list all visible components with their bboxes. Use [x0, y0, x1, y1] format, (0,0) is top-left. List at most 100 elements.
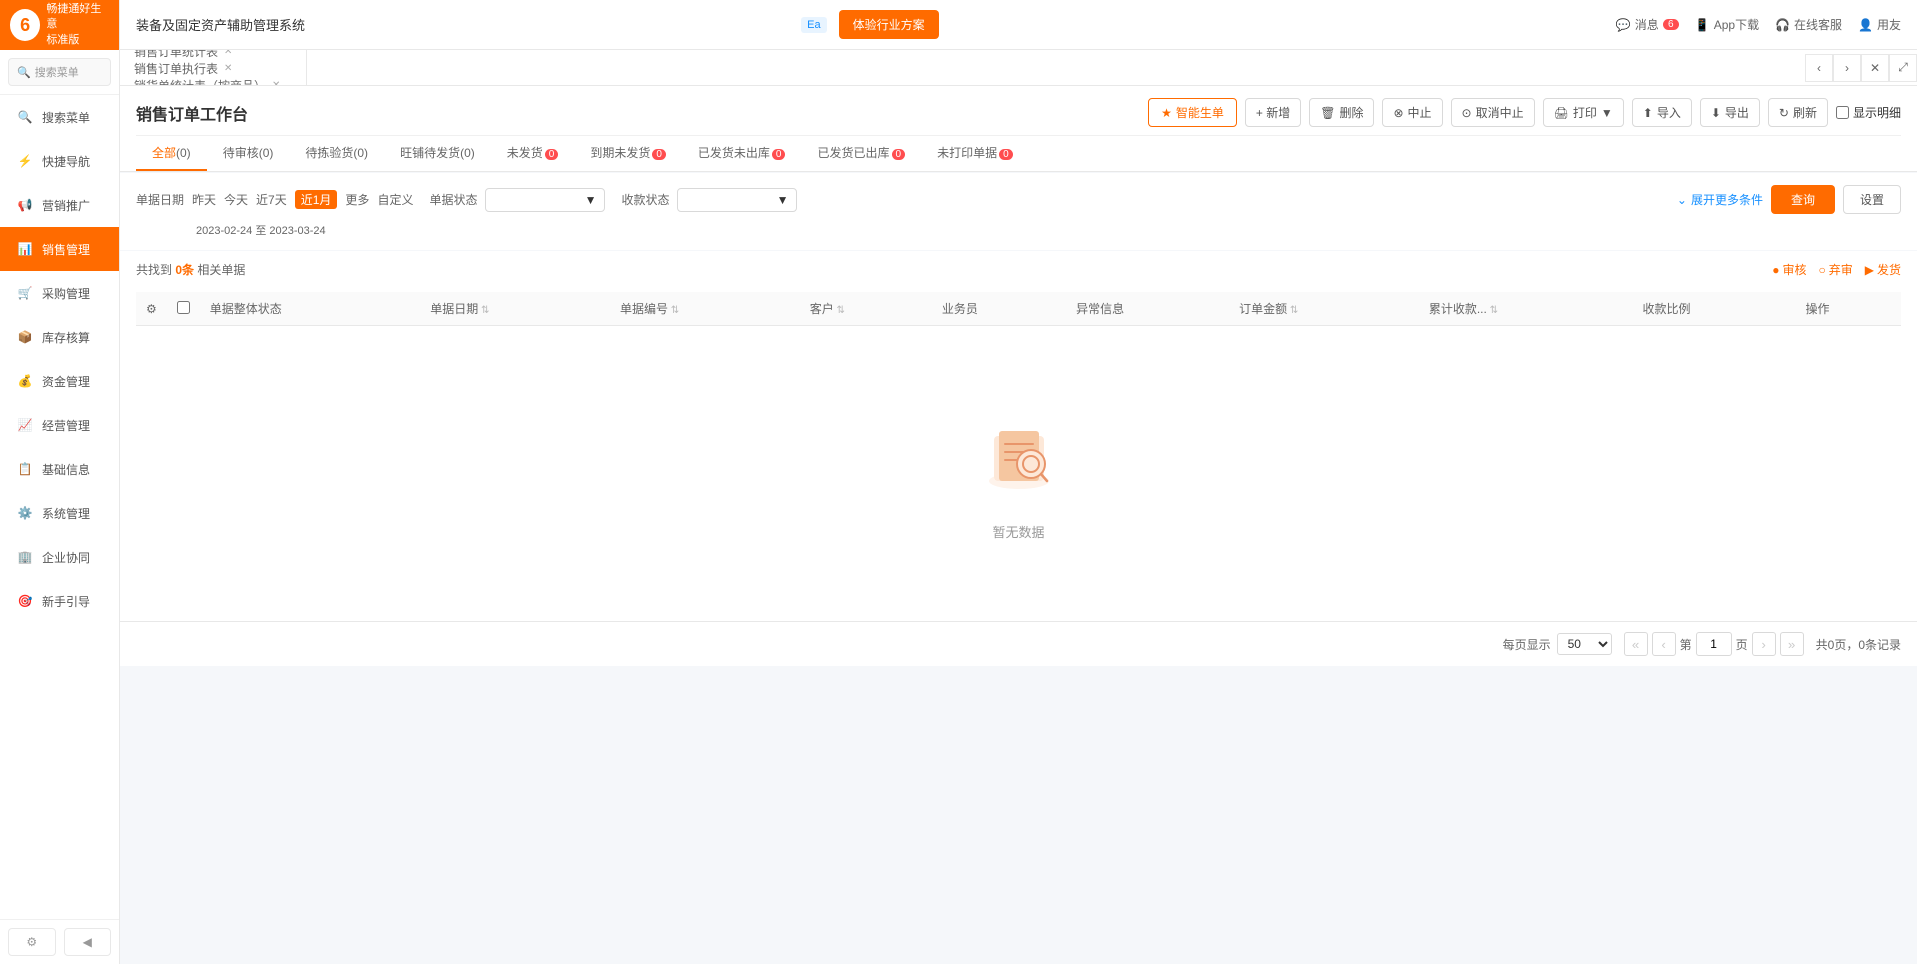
tab-close-sales_stats[interactable]: ✕ [224, 50, 232, 57]
search-icon: 🔍 [16, 108, 34, 126]
tab-fullscreen-button[interactable]: ⤢ [1889, 54, 1917, 82]
next-page-button[interactable]: › [1752, 632, 1776, 656]
col-date[interactable]: 单据日期 [420, 292, 610, 326]
tab-sales_stats[interactable]: 销售订单统计表✕ [120, 50, 307, 60]
date-opt-昨天[interactable]: 昨天 [192, 191, 216, 208]
sub-tab-not_shipped[interactable]: 未发货0 [491, 136, 575, 171]
sub-tab-shipped_out[interactable]: 已发货已出库0 [801, 136, 921, 171]
sidebar-item-basic[interactable]: 📋基础信息 [0, 447, 119, 491]
payment-arrow-icon: ▼ [777, 193, 789, 207]
tab-close-sales_exec[interactable]: ✕ [224, 63, 232, 74]
sidebar-item-system[interactable]: ⚙️系统管理 [0, 491, 119, 535]
date-opt-今天[interactable]: 今天 [224, 191, 248, 208]
tab-scroll-left-button[interactable]: ‹ [1805, 54, 1833, 82]
header-actions: 💬 消息 6 📱 App下载 🎧 在线客服 👤 用友 [1616, 16, 1901, 33]
tab-sales_summary_product[interactable]: 销货单统计表（按商品）✕ [120, 77, 307, 86]
col-received[interactable]: 累计收款... [1419, 292, 1633, 326]
expand-conditions-button[interactable]: ⌄ 展开更多条件 [1677, 191, 1763, 208]
print-button[interactable]: 🖨 打印 ▼ [1543, 98, 1624, 127]
sub-tab-shipped_not_out[interactable]: 已发货未出库0 [682, 136, 802, 171]
col-settings[interactable]: ⚙ [136, 292, 167, 326]
new-button[interactable]: + 新增 [1245, 98, 1301, 127]
per-page-selector: 每页显示 10 20 50 100 [1503, 633, 1612, 655]
col-amount[interactable]: 订单金额 [1229, 292, 1419, 326]
online-service-button[interactable]: 🎧 在线客服 [1775, 16, 1842, 33]
sidebar-item-sales[interactable]: 📊销售管理 [0, 227, 119, 271]
tab-bar: 首页销售订单工作台✕钱货日清工作台✕钱货日清对账✕销售订单统计表✕销售订单执行表… [120, 50, 1917, 86]
app-download-button[interactable]: 📱 App下载 [1695, 16, 1759, 33]
sidebar-bottom: ⚙ ◀ [0, 919, 119, 964]
inventory-icon: 📦 [16, 328, 34, 346]
tab-scroll-right-button[interactable]: › [1833, 54, 1861, 82]
review-action-button[interactable]: ● 审核 [1772, 261, 1806, 278]
sub-tab-not_printed[interactable]: 未打印单据0 [921, 136, 1029, 171]
col-action: 操作 [1795, 292, 1901, 326]
date-opt-近7天[interactable]: 近7天 [256, 191, 287, 208]
status-label: 单据状态 [429, 191, 477, 208]
sidebar-item-quicknav[interactable]: ⚡快捷导航 [0, 139, 119, 183]
search-menu-button[interactable]: 🔍 搜索菜单 [8, 58, 111, 86]
sidebar-label-search: 搜索菜单 [42, 109, 90, 126]
show-detail-label[interactable]: 显示明细 [1836, 104, 1901, 121]
import-button[interactable]: ⬆ 导入 [1632, 98, 1692, 127]
show-detail-checkbox[interactable] [1836, 106, 1849, 119]
settings-filter-button[interactable]: 设置 [1843, 185, 1901, 214]
empty-text: 暂无数据 [992, 522, 1044, 541]
table-scroll-container[interactable]: ⚙ 单据整体状态 单据日期 单据编号 客户 业务员 异常信息 订单金额 累计收款… [136, 292, 1901, 621]
tab-sales_exec[interactable]: 销售订单执行表✕ [120, 60, 307, 77]
sidebar-label-purchase: 采购管理 [42, 285, 90, 302]
prev-page-button[interactable]: ‹ [1652, 632, 1676, 656]
delete-button[interactable]: 🗑 删除 [1309, 98, 1374, 127]
sub-tab-pending_review[interactable]: 待审核(0) [207, 136, 290, 171]
message-button[interactable]: 💬 消息 6 [1616, 16, 1679, 33]
first-page-button[interactable]: « [1624, 632, 1648, 656]
user-menu-button[interactable]: 👤 用友 [1858, 16, 1901, 33]
import-icon: ⬆ [1643, 106, 1653, 120]
sidebar-item-enterprise[interactable]: 🏢企业协同 [0, 535, 119, 579]
sidebar-item-newuser[interactable]: 🎯新手引导 [0, 579, 119, 623]
sidebar-item-inventory[interactable]: 📦库存核算 [0, 315, 119, 359]
date-opt-更多[interactable]: 更多 [345, 191, 369, 208]
cancel-review-action-button[interactable]: ○ 弃审 [1818, 261, 1852, 278]
status-filter: 单据状态 ▼ [429, 188, 605, 212]
sidebar-item-operation[interactable]: 📈经营管理 [0, 403, 119, 447]
export-icon: ⬇ [1711, 106, 1721, 120]
date-opt-自定义[interactable]: 自定义 [377, 191, 413, 208]
last-page-button[interactable]: » [1780, 632, 1804, 656]
sidebar-item-search[interactable]: 🔍 搜索菜单 [0, 95, 119, 139]
sub-tab-wangpu_pending[interactable]: 旺铺待发货(0) [384, 136, 491, 171]
sidebar-item-finance[interactable]: 💰资金管理 [0, 359, 119, 403]
col-customer[interactable]: 客户 [800, 292, 932, 326]
collapse-sidebar-button[interactable]: ◀ [64, 928, 112, 956]
tab-close-sales_summary_product[interactable]: ✕ [272, 80, 280, 86]
settings-button[interactable]: ⚙ [8, 928, 56, 956]
sidebar-item-marketing[interactable]: 📢营销推广 [0, 183, 119, 227]
col-number[interactable]: 单据编号 [610, 292, 800, 326]
sidebar-logo: 6 畅捷通好生意 标准版 [0, 0, 119, 50]
query-button[interactable]: 查询 [1771, 185, 1835, 214]
sidebar-item-purchase[interactable]: 🛒采购管理 [0, 271, 119, 315]
ship-icon: ▶ [1865, 263, 1874, 277]
pagination-bar: 每页显示 10 20 50 100 « ‹ 第 页 › » 共0页，0条记录 [120, 621, 1917, 666]
ship-action-button[interactable]: ▶ 发货 [1865, 261, 1901, 278]
tab-close-all-button[interactable]: ✕ [1861, 54, 1889, 82]
table-summary: 共找到 0条 相关单据 ● 审核 ○ 弃审 ▶ 发货 [136, 251, 1901, 288]
sub-tab-label-pending_inspect: 待拣验货 [305, 146, 353, 160]
export-button[interactable]: ⬇ 导出 [1700, 98, 1760, 127]
smart-create-button[interactable]: ★ 智能生单 [1148, 98, 1237, 127]
select-all-checkbox[interactable] [177, 301, 190, 314]
stop-button[interactable]: ⊗ 中止 [1382, 98, 1442, 127]
date-opt-近1月[interactable]: 近1月 [295, 190, 338, 209]
page-input[interactable] [1696, 632, 1732, 656]
cancel-stop-button[interactable]: ⊙ 取消中止 [1451, 98, 1535, 127]
payment-select[interactable]: ▼ [677, 188, 797, 212]
table-summary-actions: ● 审核 ○ 弃审 ▶ 发货 [1772, 261, 1901, 278]
status-select[interactable]: ▼ [485, 188, 605, 212]
per-page-select[interactable]: 10 20 50 100 [1557, 633, 1612, 655]
sub-tab-expired_not_shipped[interactable]: 到期未发货0 [574, 136, 682, 171]
refresh-button[interactable]: ↻ 刷新 [1768, 98, 1828, 127]
sub-tab-pending_inspect[interactable]: 待拣验货(0) [289, 136, 384, 171]
expand-icon: ⌄ [1677, 193, 1687, 207]
experience-btn[interactable]: 体验行业方案 [839, 10, 939, 39]
sub-tab-all[interactable]: 全部(0) [136, 136, 207, 171]
